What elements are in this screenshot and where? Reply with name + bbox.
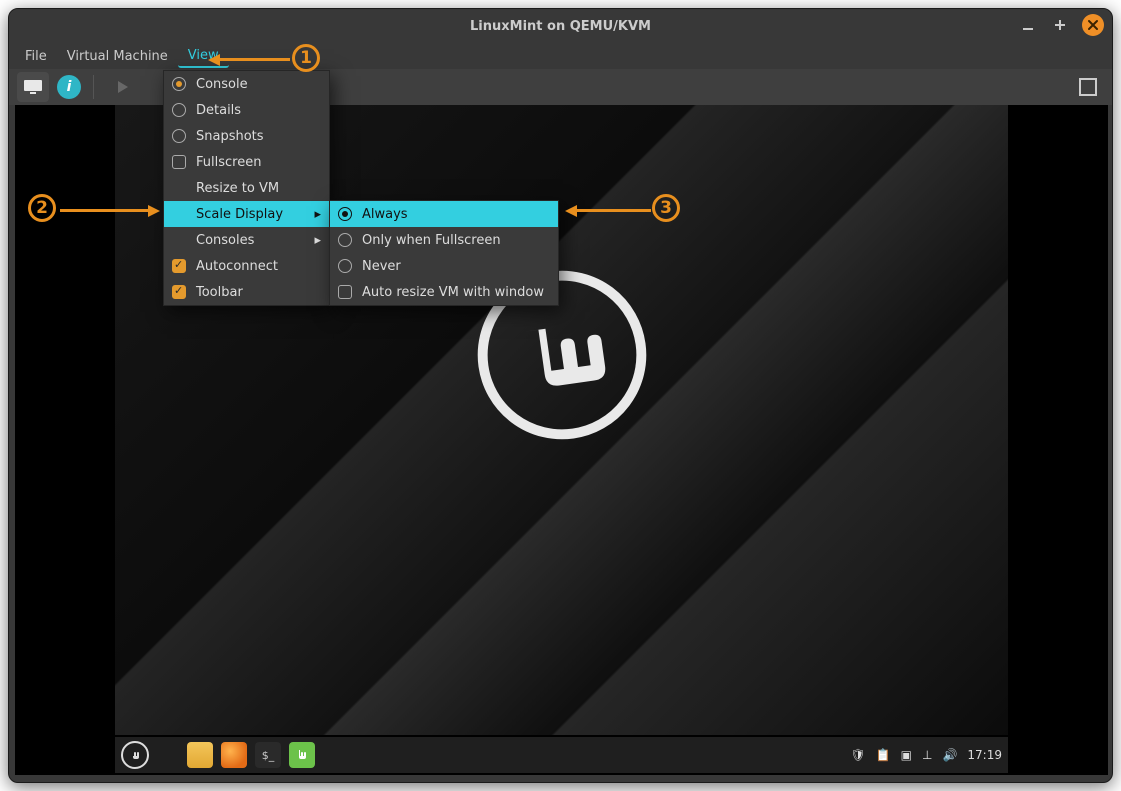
submenu-arrow-icon: ▸ [314,233,321,248]
radio-unchecked-icon [172,129,186,143]
tray-clock[interactable]: 17:19 [967,748,1002,762]
menu-toolbar[interactable]: Toolbar [164,279,329,305]
tray-volume-icon[interactable]: 🔊 [942,748,957,762]
system-tray: 🛡 📋 ▣ ⊥ 🔊 17:19 [850,748,1002,762]
view-dropdown: Console Details Snapshots Fullscreen Res… [163,70,330,306]
callout-1: 1 [292,44,320,72]
menu-details-label: Details [196,103,241,118]
menu-resize-label: Resize to VM [196,181,279,196]
tray-updates-icon[interactable]: 🛡 [850,748,865,762]
tray-display-icon[interactable]: ▣ [901,748,912,762]
close-button[interactable] [1082,14,1104,36]
menu-view[interactable]: View [178,45,229,68]
menu-snapshots[interactable]: Snapshots [164,123,329,149]
menu-autoconnect[interactable]: Autoconnect [164,253,329,279]
submenu-only-fullscreen[interactable]: Only when Fullscreen [330,227,558,253]
arrow-1 [218,58,290,61]
mint-launcher-icon[interactable] [289,742,315,768]
callout-2: 2 [28,194,56,222]
arrow-2 [60,209,150,212]
checkbox-unchecked-icon [338,285,352,299]
menu-autoconnect-label: Autoconnect [196,259,278,274]
menu-file[interactable]: File [15,46,57,67]
radio-checked-icon [338,207,352,221]
menu-snapshots-label: Snapshots [196,129,264,144]
menu-fullscreen-label: Fullscreen [196,155,261,170]
submenu-arrow-icon: ▸ [314,207,321,222]
window-title: LinuxMint on QEMU/KVM [470,19,651,34]
menu-consoles[interactable]: Consoles ▸ [164,227,329,253]
titlebar: LinuxMint on QEMU/KVM [9,9,1112,43]
checkbox-checked-icon [172,285,186,299]
menu-virtual-machine[interactable]: Virtual Machine [57,46,178,67]
checkbox-unchecked-icon [172,155,186,169]
callout-3: 3 [652,194,680,222]
menu-consoles-label: Consoles [196,233,254,248]
submenu-never-label: Never [362,259,401,274]
firefox-launcher-icon[interactable] [221,742,247,768]
files-launcher-icon[interactable] [187,742,213,768]
submenu-always-label: Always [362,207,408,222]
menu-details[interactable]: Details [164,97,329,123]
play-icon[interactable] [106,72,138,102]
start-menu-icon[interactable] [121,741,149,769]
radio-unchecked-icon [338,259,352,273]
window-controls [1018,14,1104,36]
radio-checked-icon [172,77,186,91]
menu-fullscreen[interactable]: Fullscreen [164,149,329,175]
tray-clipboard-icon[interactable]: 📋 [876,748,891,762]
menubar: File Virtual Machine View [9,43,1112,69]
radio-unchecked-icon [172,103,186,117]
submenu-always[interactable]: Always [330,201,558,227]
tray-network-icon[interactable]: ⊥ [922,748,932,762]
radio-unchecked-icon [338,233,352,247]
toolbar-separator [93,75,94,99]
console-icon[interactable] [17,72,49,102]
submenu-auto-resize[interactable]: Auto resize VM with window [330,279,558,305]
minimize-button[interactable] [1018,15,1038,35]
arrow-3 [575,209,651,212]
menu-console[interactable]: Console [164,71,329,97]
menu-console-label: Console [196,77,248,92]
submenu-auto-resize-label: Auto resize VM with window [362,285,544,300]
info-icon[interactable]: i [57,75,81,99]
vm-viewer-window: LinuxMint on QEMU/KVM File Virtual Machi… [8,8,1113,783]
menu-resize-to-vm[interactable]: Resize to VM [164,175,329,201]
submenu-never[interactable]: Never [330,253,558,279]
terminal-launcher-icon[interactable]: $_ [255,742,281,768]
scale-display-submenu: Always Only when Fullscreen Never Auto r… [329,200,559,306]
fullscreen-button[interactable] [1072,72,1104,102]
checkbox-checked-icon [172,259,186,273]
fullscreen-icon [1079,78,1097,96]
menu-toolbar-label: Toolbar [196,285,243,300]
guest-taskbar: $_ 🛡 📋 ▣ ⊥ 🔊 17:19 [115,737,1008,773]
maximize-button[interactable] [1050,15,1070,35]
menu-scale-display[interactable]: Scale Display ▸ [164,201,329,227]
submenu-only-fullscreen-label: Only when Fullscreen [362,233,501,248]
menu-scale-display-label: Scale Display [196,207,283,222]
